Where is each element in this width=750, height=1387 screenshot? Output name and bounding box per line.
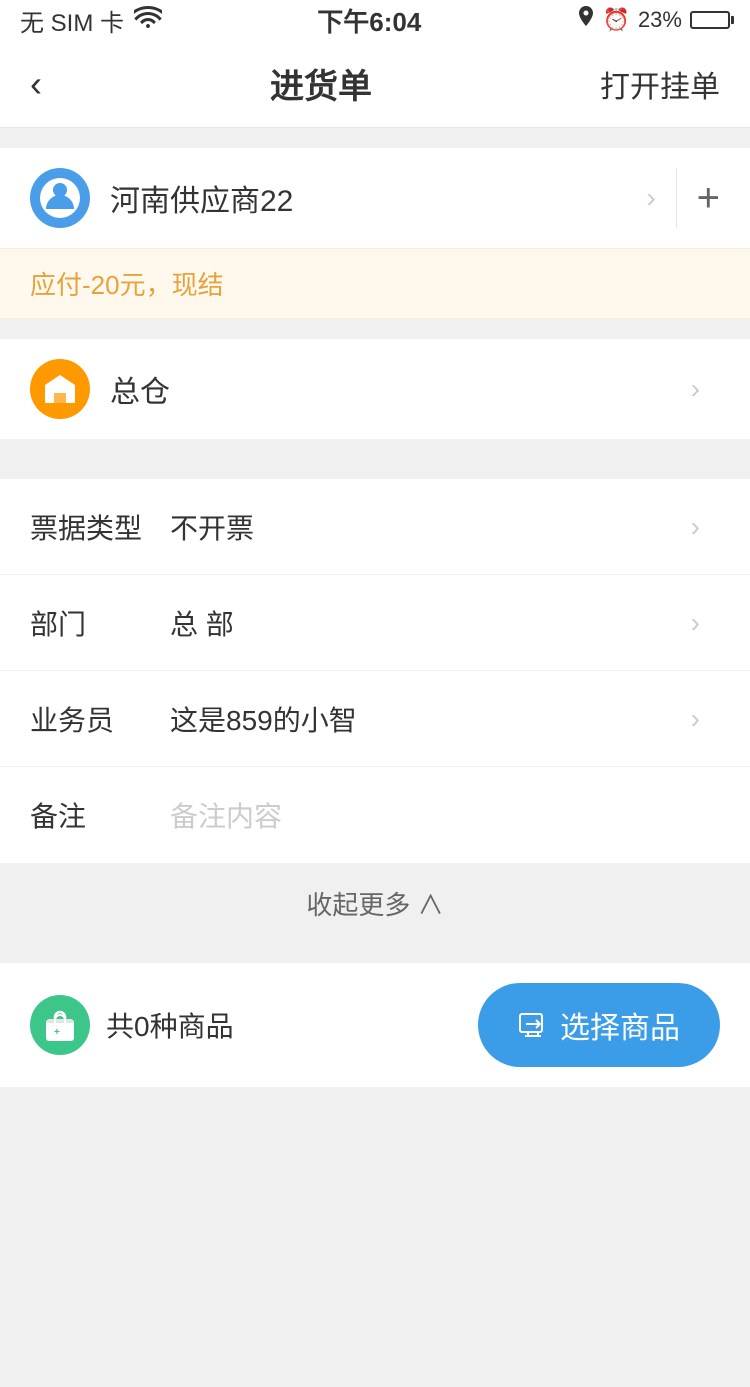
battery-text: 23% — [638, 7, 682, 33]
battery-icon — [690, 11, 730, 29]
alert-banner: 应付-20元，现结 — [0, 248, 750, 319]
invoice-type-label: 票据类型 — [30, 507, 170, 547]
salesperson-chevron-icon: › — [691, 703, 700, 735]
supplier-chevron-icon: › — [646, 182, 655, 214]
select-product-label: 选择商品 — [560, 1003, 680, 1047]
salesperson-value: 这是859的小智 — [170, 699, 691, 739]
back-button[interactable]: ‹ — [30, 63, 42, 105]
product-icon-inner: + — [42, 1007, 78, 1043]
section-divider-1 — [0, 128, 750, 148]
carrier-label: 无 SIM 卡 — [20, 3, 124, 38]
collapse-label: 收起更多 ∧ — [306, 885, 443, 922]
product-icon-wrap: + — [30, 995, 90, 1055]
supplier-name: 河南供应商22 — [110, 176, 646, 220]
supplier-avatar — [30, 168, 90, 228]
collapse-row[interactable]: 收起更多 ∧ — [0, 863, 750, 943]
product-count-wrap: + 共0种商品 — [30, 995, 234, 1055]
salesperson-row[interactable]: 业务员 这是859的小智 › — [0, 671, 750, 767]
avatar-icon — [40, 178, 80, 218]
alarm-icon: ⏰ — [603, 7, 630, 33]
invoice-type-chevron-icon: › — [691, 511, 700, 543]
salesperson-label: 业务员 — [30, 699, 170, 739]
remark-input[interactable]: 备注内容 — [170, 795, 720, 835]
add-supplier-button[interactable]: + — [697, 176, 720, 221]
warehouse-icon — [42, 371, 78, 407]
status-bar: 无 SIM 卡 下午6:04 ⏰ 23% — [0, 0, 750, 40]
avatar-silhouette-icon — [44, 179, 76, 218]
invoice-type-row[interactable]: 票据类型 不开票 › — [0, 479, 750, 575]
department-chevron-icon: › — [691, 607, 700, 639]
select-product-icon — [518, 1010, 548, 1040]
remark-row[interactable]: 备注 备注内容 — [0, 767, 750, 863]
supplier-section: 河南供应商22 › + 应付-20元，现结 — [0, 148, 750, 319]
vertical-divider — [676, 168, 677, 228]
status-left: 无 SIM 卡 — [20, 3, 162, 38]
svg-text:+: + — [54, 1027, 60, 1038]
alert-text: 应付-20元，现结 — [30, 270, 224, 300]
page-title: 进货单 — [270, 59, 372, 108]
department-value: 总 部 — [170, 603, 691, 643]
warehouse-row[interactable]: 总仓 › — [0, 339, 750, 439]
select-product-button[interactable]: 选择商品 — [478, 983, 720, 1067]
status-time: 下午6:04 — [317, 2, 421, 39]
product-count-text: 共0种商品 — [106, 1005, 234, 1045]
warehouse-chevron-icon: › — [691, 373, 700, 405]
location-icon — [577, 6, 595, 34]
invoice-type-value: 不开票 — [170, 507, 691, 547]
bottom-bar: + 共0种商品 选择商品 — [0, 963, 750, 1087]
status-right: ⏰ 23% — [577, 6, 730, 34]
form-section: 票据类型 不开票 › 部门 总 部 › 业务员 这是859的小智 › 备注 备注… — [0, 479, 750, 863]
section-divider-3 — [0, 439, 750, 459]
open-pending-button[interactable]: 打开挂单 — [600, 62, 720, 106]
warehouse-label: 总仓 — [110, 367, 691, 411]
wifi-icon — [134, 6, 162, 35]
department-label: 部门 — [30, 603, 170, 643]
department-row[interactable]: 部门 总 部 › — [0, 575, 750, 671]
remark-label: 备注 — [30, 795, 170, 835]
section-divider-2 — [0, 319, 750, 339]
page-background — [0, 1087, 750, 1387]
supplier-row[interactable]: 河南供应商22 › + — [0, 148, 750, 248]
nav-bar: ‹ 进货单 打开挂单 — [0, 40, 750, 128]
warehouse-icon-wrap — [30, 359, 90, 419]
